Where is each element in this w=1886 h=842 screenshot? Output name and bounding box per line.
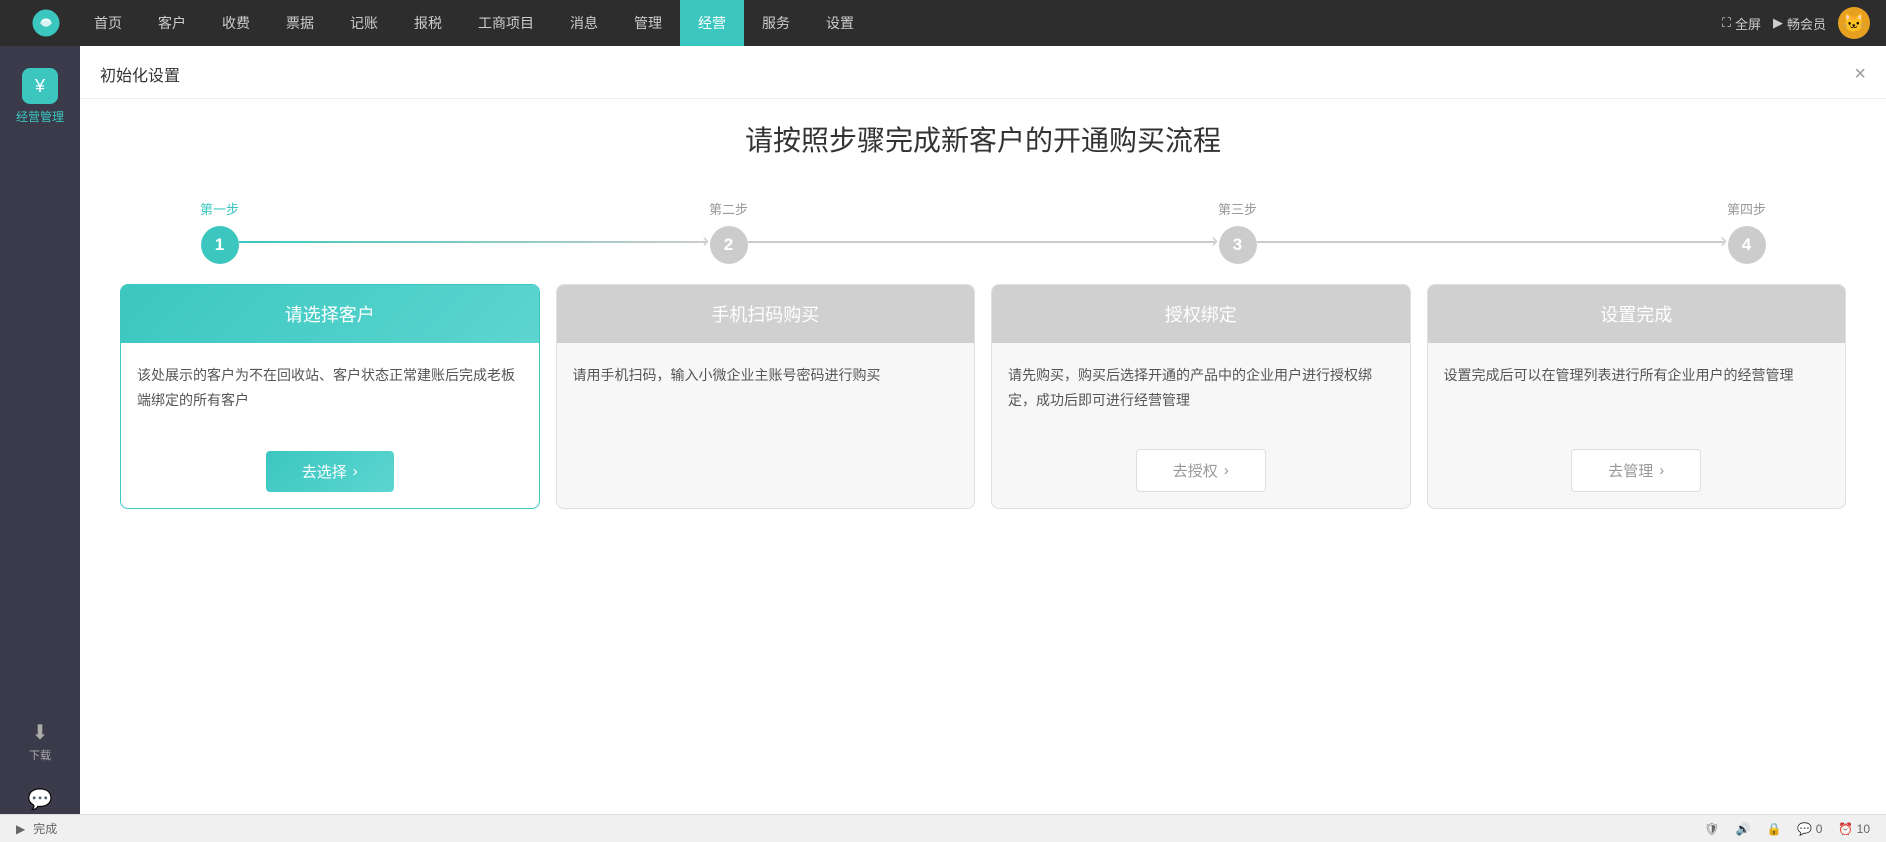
go-auth-icon: › <box>1224 462 1229 479</box>
step-card-3: 授权绑定 请先购买，购买后选择开通的产品中的企业用户进行授权绑定，成功后即可进行… <box>991 284 1411 509</box>
statusbar: ▶ 完成 🛡 🔊 🔒 💬 0 ⏰ 10 <box>0 814 1886 842</box>
vip-label: 畅会员 <box>1787 14 1826 33</box>
step-card-3-header: 授权绑定 <box>992 285 1410 343</box>
step-card-4-header: 设置完成 <box>1428 285 1846 343</box>
step-card-4-footer: 去管理 › <box>1428 433 1846 508</box>
connector-3-4: › <box>1257 230 1727 253</box>
step-card-3-body: 请先购买，购买后选择开通的产品中的企业用户进行授权绑定，成功后即可进行经营管理 <box>992 343 1410 433</box>
nav-tickets[interactable]: 票据 <box>268 0 332 46</box>
step-indicator-row: 第一步 1 › 第二步 2 › <box>120 199 1846 264</box>
message-count: 💬 0 <box>1797 822 1822 836</box>
connector-line-1 <box>239 241 706 243</box>
go-select-button[interactable]: 去选择 › <box>266 451 394 492</box>
nav-operation[interactable]: 经营 <box>680 0 744 46</box>
content-header: 初始化设置 × <box>80 46 1886 99</box>
topbar-right: ⛶ 全屏 ▶ 畅会员 🐱 <box>1722 7 1886 39</box>
step-indicator-4: 第四步 4 <box>1727 199 1766 264</box>
connector-arrow-1: › <box>702 230 709 253</box>
step-card-4-body: 设置完成后可以在管理列表进行所有企业用户的经营管理 <box>1428 343 1846 433</box>
nav-service[interactable]: 服务 <box>744 0 808 46</box>
step-card-2-footer <box>557 438 975 508</box>
status-label: 完成 <box>33 820 57 837</box>
nav-industry[interactable]: 工商项目 <box>460 0 552 46</box>
step4-label: 第四步 <box>1727 199 1766 218</box>
step2-label: 第二步 <box>709 199 748 218</box>
go-manage-label: 去管理 <box>1608 460 1653 481</box>
step3-circle: 3 <box>1219 226 1257 264</box>
step-card-1-footer: 去选择 › <box>121 435 539 508</box>
step-card-2-header: 手机扫码购买 <box>557 285 975 343</box>
logo <box>16 8 76 38</box>
step-card-1: 请选择客户 该处展示的客户为不在回收站、客户状态正常建账后完成老板端绑定的所有客… <box>120 284 540 509</box>
connector-arrow-2: › <box>1211 230 1218 253</box>
sidebar-item-label: 经营管理 <box>16 108 64 125</box>
step1-circle: 1 <box>201 226 239 264</box>
step4-circle: 4 <box>1728 226 1766 264</box>
step-indicator-2: 第二步 2 <box>709 199 748 264</box>
nav-management[interactable]: 管理 <box>616 0 680 46</box>
vip-icon: ▶ <box>1773 15 1783 31</box>
step-card-1-header: 请选择客户 <box>121 285 539 343</box>
content-area: 初始化设置 × 请按照步骤完成新客户的开通购买流程 第一步 1 › <box>80 46 1886 842</box>
nav-accounting[interactable]: 记账 <box>332 0 396 46</box>
nav-home[interactable]: 首页 <box>76 0 140 46</box>
vip-button[interactable]: ▶ 畅会员 <box>1773 14 1826 33</box>
step-card-1-body: 该处展示的客户为不在回收站、客户状态正常建账后完成老板端绑定的所有客户 <box>121 343 539 435</box>
go-auth-label: 去授权 <box>1173 460 1218 481</box>
sidebar-download[interactable]: ⬇ 下载 <box>0 708 80 775</box>
connector-line-2 <box>748 241 1215 243</box>
connector-arrow-3: › <box>1720 230 1727 253</box>
top-navigation: 首页 客户 收费 票据 记账 报税 工商项目 消息 管理 经营 服务 设置 <box>76 0 1722 46</box>
page-title: 初始化设置 <box>100 62 180 86</box>
go-manage-icon: › <box>1659 462 1664 479</box>
shield-icon: 🛡 <box>1704 822 1719 836</box>
step-cards: 请选择客户 该处展示的客户为不在回收站、客户状态正常建账后完成老板端绑定的所有客… <box>120 284 1846 509</box>
fullscreen-label: 全屏 <box>1735 14 1761 33</box>
operation-icon: ¥ <box>22 68 58 104</box>
step-card-2: 手机扫码购买 请用手机扫码，输入小微企业主账号密码进行购买 <box>556 284 976 509</box>
play-icon: ▶ <box>16 822 25 836</box>
go-manage-button[interactable]: 去管理 › <box>1571 449 1701 492</box>
nav-tax[interactable]: 报税 <box>396 0 460 46</box>
support-icon: 💬 <box>28 787 53 812</box>
nav-settings[interactable]: 设置 <box>808 0 872 46</box>
connector-1-2: › <box>239 230 709 253</box>
step-card-4: 设置完成 设置完成后可以在管理列表进行所有企业用户的经营管理 去管理 › <box>1427 284 1847 509</box>
connector-line-3 <box>1257 241 1724 243</box>
nav-message[interactable]: 消息 <box>552 0 616 46</box>
step-card-3-footer: 去授权 › <box>992 433 1410 508</box>
lock-icon: 🔒 <box>1766 822 1781 836</box>
statusbar-right: 🛡 🔊 🔒 💬 0 ⏰ 10 <box>1704 822 1870 836</box>
fullscreen-icon: ⛶ <box>1722 15 1731 31</box>
fullscreen-button[interactable]: ⛶ 全屏 <box>1722 14 1761 33</box>
steps-page: 请按照步骤完成新客户的开通购买流程 第一步 1 › 第二步 2 <box>80 99 1886 509</box>
go-auth-button[interactable]: 去授权 › <box>1136 449 1266 492</box>
step-indicator-1: 第一步 1 <box>200 199 239 264</box>
sidebar: ¥ 经营管理 ⬇ 下载 💬 客服 <box>0 46 80 842</box>
step-indicator-3: 第三步 3 <box>1218 199 1257 264</box>
avatar[interactable]: 🐱 <box>1838 7 1870 39</box>
statusbar-left: ▶ 完成 <box>16 820 57 837</box>
topbar: 首页 客户 收费 票据 记账 报税 工商项目 消息 管理 经营 服务 设置 ⛶ … <box>0 0 1886 46</box>
step3-label: 第三步 <box>1218 199 1257 218</box>
step1-label: 第一步 <box>200 199 239 218</box>
connector-2-3: › <box>748 230 1218 253</box>
download-label: 下载 <box>29 747 51 763</box>
step2-circle: 2 <box>710 226 748 264</box>
nav-customer[interactable]: 客户 <box>140 0 204 46</box>
steps-headline: 请按照步骤完成新客户的开通购买流程 <box>120 119 1846 159</box>
go-select-label: 去选择 <box>302 461 347 482</box>
close-button[interactable]: × <box>1854 64 1866 84</box>
nav-charges[interactable]: 收费 <box>204 0 268 46</box>
volume-icon: 🔊 <box>1736 822 1751 836</box>
step-card-2-body: 请用手机扫码，输入小微企业主账号密码进行购买 <box>557 343 975 438</box>
main-layout: ¥ 经营管理 ⬇ 下载 💬 客服 初始化设置 × 请按照步骤完成新客户的开通购买… <box>0 46 1886 842</box>
go-select-icon: › <box>353 463 358 480</box>
download-icon: ⬇ <box>32 720 49 745</box>
clock-icon: ⏰ 10 <box>1838 822 1870 836</box>
sidebar-item-operation[interactable]: ¥ 经营管理 <box>0 56 80 137</box>
